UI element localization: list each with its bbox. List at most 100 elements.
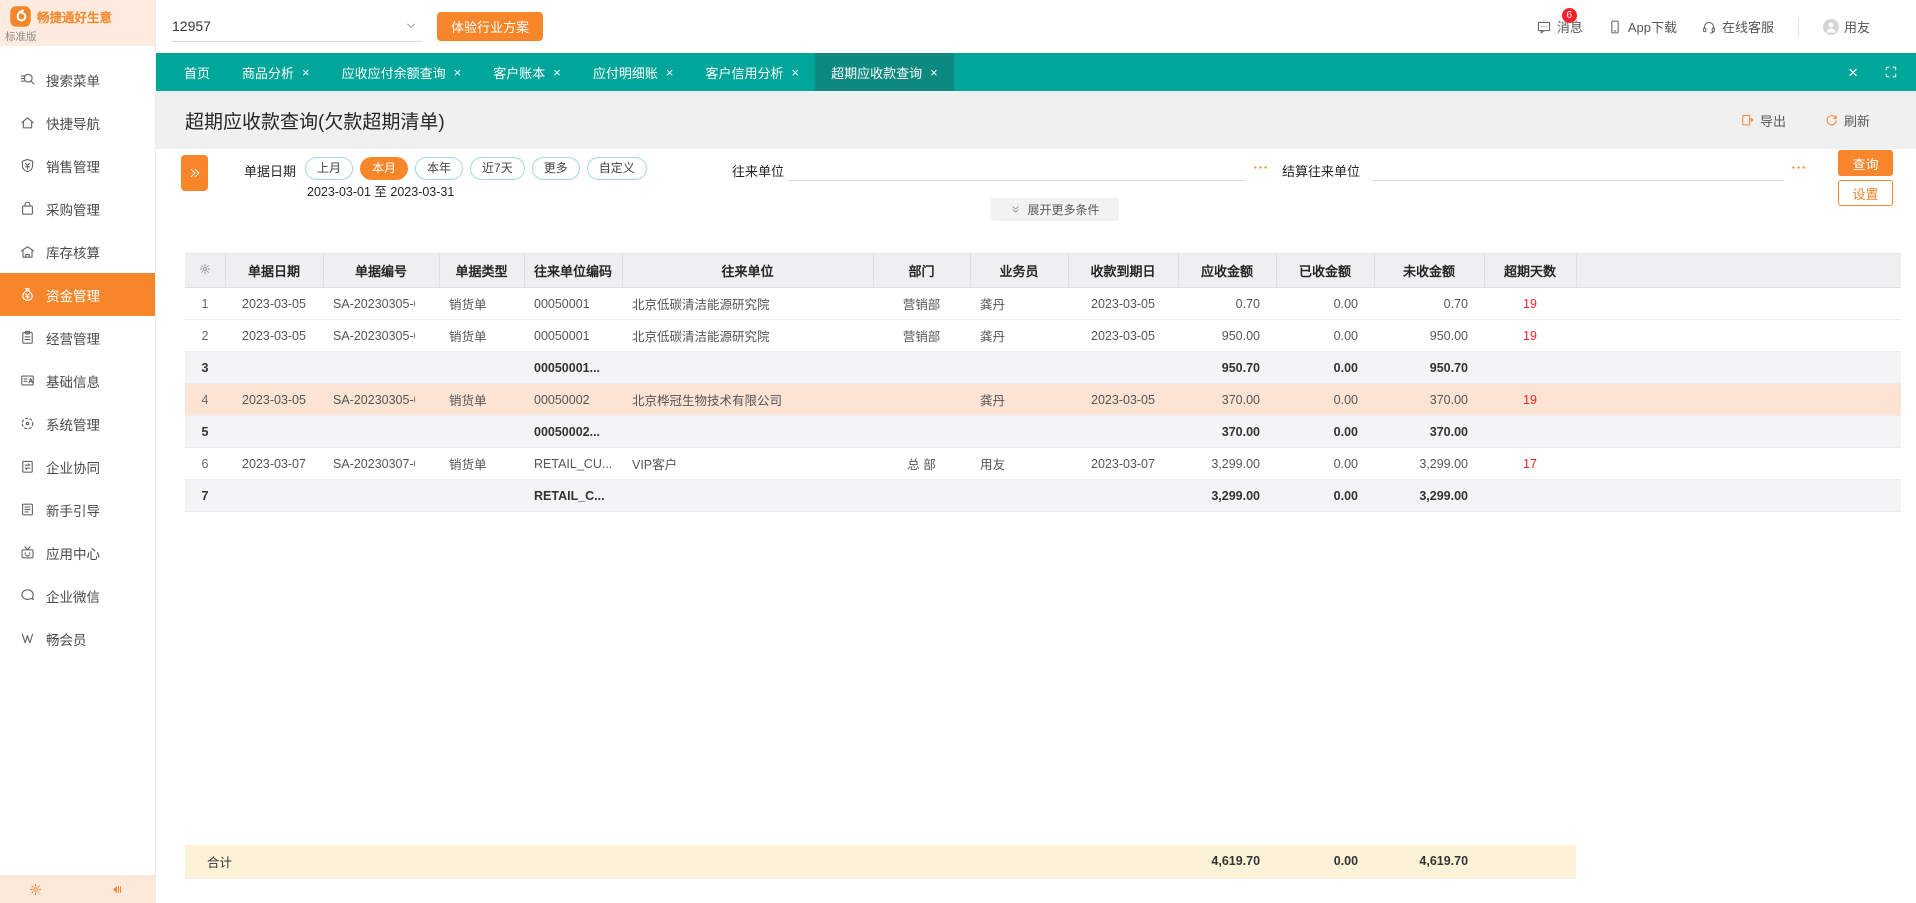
filter-settings-button[interactable]: 设置	[1838, 180, 1893, 206]
date-range-value[interactable]: 2023-03-01 至 2023-03-31	[307, 181, 454, 200]
sidebar: 畅捷通好生意 标准版 搜索菜单快捷导航销售管理采购管理库存核算资金管理经营管理基…	[0, 0, 156, 903]
table-row[interactable]: 42023-03-05SA-20230305-0销货单00050002北京桦冠生…	[185, 384, 1901, 416]
user-name: 用友	[1844, 17, 1870, 36]
sidebar-item-库存核算[interactable]: 库存核算	[0, 230, 155, 273]
collapse-sidebar-icon[interactable]	[108, 882, 123, 897]
tab-商品分析[interactable]: 商品分析×	[226, 53, 326, 91]
column-header-超期天数[interactable]: 超期天数	[1484, 254, 1576, 288]
date-preset-本年[interactable]: 本年	[415, 157, 463, 180]
cell-received: 0.00	[1276, 320, 1374, 352]
tab-close-icon[interactable]: ×	[930, 66, 938, 79]
settle-partner-picker-dots-icon[interactable]	[1790, 159, 1807, 176]
column-header-应收金额[interactable]: 应收金额	[1178, 254, 1276, 288]
member-icon	[19, 630, 36, 647]
topbar-item-消息[interactable]: 消息6	[1536, 17, 1583, 36]
doc-no-link[interactable]: SA-20230305-0	[333, 296, 415, 310]
tab-客户账本[interactable]: 客户账本×	[477, 53, 577, 91]
tab-首页[interactable]: 首页	[168, 53, 226, 91]
sidebar-item-资金管理[interactable]: 资金管理	[0, 273, 155, 316]
column-header-单据编号[interactable]: 单据编号	[323, 254, 439, 288]
close-tab-icon[interactable]: ×	[1848, 64, 1858, 81]
column-header-未收金额[interactable]: 未收金额	[1374, 254, 1484, 288]
cell-doc-type: 销货单	[439, 288, 524, 320]
settle-partner-input[interactable]	[1372, 153, 1784, 181]
tab-客户信用分析[interactable]: 客户信用分析×	[689, 53, 815, 91]
date-preset-自定义[interactable]: 自定义	[587, 157, 647, 180]
column-header-已收金额[interactable]: 已收金额	[1276, 254, 1374, 288]
doc-no-link[interactable]: SA-20230305-0	[333, 328, 415, 342]
settings-gear-icon[interactable]	[28, 882, 43, 897]
tab-超期应收款查询[interactable]: 超期应收款查询×	[815, 53, 954, 91]
cell-row-number: 6	[185, 448, 225, 480]
tab-close-icon[interactable]: ×	[553, 66, 561, 79]
cell-overdue-days	[1484, 480, 1576, 512]
cell-partner: VIP客户	[622, 448, 873, 480]
trial-plan-button[interactable]: 体验行业方案	[437, 12, 543, 41]
sidebar-item-应用中心[interactable]: 应用中心	[0, 531, 155, 574]
column-header-业务员[interactable]: 业务员	[970, 254, 1068, 288]
tab-label: 应收应付余额查询	[342, 63, 446, 82]
sidebar-item-企业微信[interactable]: 企业微信	[0, 574, 155, 617]
partner-input[interactable]	[788, 153, 1246, 181]
sidebar-item-快捷导航[interactable]: 快捷导航	[0, 101, 155, 144]
cell-partner	[622, 352, 873, 384]
date-preset-更多[interactable]: 更多	[532, 157, 580, 180]
collapse-filter-button[interactable]	[181, 155, 208, 191]
total-receivable: 4,619.70	[1178, 845, 1276, 878]
tab-close-icon[interactable]: ×	[791, 66, 799, 79]
cell-unreceived: 950.00	[1374, 320, 1484, 352]
column-settings-button[interactable]	[185, 254, 225, 288]
cell-due-date: 2023-03-07	[1068, 448, 1178, 480]
sidebar-item-系统管理[interactable]: 系统管理	[0, 402, 155, 445]
tab-close-icon[interactable]: ×	[302, 66, 310, 79]
sidebar-item-销售管理[interactable]: 销售管理	[0, 144, 155, 187]
tab-应付明细账[interactable]: 应付明细账×	[577, 53, 690, 91]
expand-more-bar[interactable]: 展开更多条件	[991, 198, 1119, 221]
avatar	[1823, 19, 1839, 35]
cell-partner-code: 00050001...	[524, 352, 622, 384]
basicinfo-icon	[19, 372, 36, 389]
table-subtotal-row[interactable]: 500050002...370.000.00370.00	[185, 416, 1901, 448]
doc-no-link[interactable]: SA-20230307-0	[333, 456, 415, 470]
user-menu[interactable]: 用友	[1823, 17, 1870, 36]
purchase-icon	[19, 200, 36, 217]
column-header-收款到期日[interactable]: 收款到期日	[1068, 254, 1178, 288]
tab-应收应付余额查询[interactable]: 应收应付余额查询 ×	[326, 53, 478, 91]
org-select[interactable]: 12957	[172, 11, 422, 42]
sidebar-item-畅会员[interactable]: 畅会员	[0, 617, 155, 660]
topbar-item-App下载[interactable]: App下载	[1607, 17, 1677, 36]
column-header-往来单位编码[interactable]: 往来单位编码	[524, 254, 622, 288]
table-subtotal-row[interactable]: 7RETAIL_C...3,299.000.003,299.00	[185, 480, 1901, 512]
fullscreen-icon[interactable]	[1884, 65, 1898, 79]
date-preset-本月[interactable]: 本月	[360, 157, 408, 180]
topbar-item-在线客服[interactable]: 在线客服	[1701, 17, 1774, 36]
column-header-单据日期[interactable]: 单据日期	[225, 254, 323, 288]
table-subtotal-row[interactable]: 300050001...950.700.00950.70	[185, 352, 1901, 384]
sidebar-item-经营管理[interactable]: 经营管理	[0, 316, 155, 359]
cell-doc-type	[439, 352, 524, 384]
sidebar-item-企业协同[interactable]: 企业协同	[0, 445, 155, 488]
table-row[interactable]: 12023-03-05SA-20230305-0销货单00050001北京低碳清…	[185, 288, 1901, 320]
date-preset-上月[interactable]: 上月	[305, 157, 353, 180]
column-header-单据类型[interactable]: 单据类型	[439, 254, 524, 288]
topbar-item-label: 在线客服	[1722, 17, 1774, 36]
partner-picker-dots-icon[interactable]	[1252, 159, 1269, 176]
tab-close-icon[interactable]: ×	[666, 66, 674, 79]
date-preset-近7天[interactable]: 近7天	[470, 157, 525, 180]
sidebar-item-新手引导[interactable]: 新手引导	[0, 488, 155, 531]
sidebar-item-搜索菜单[interactable]: 搜索菜单	[0, 58, 155, 101]
sidebar-item-采购管理[interactable]: 采购管理	[0, 187, 155, 230]
query-button[interactable]: 查询	[1838, 150, 1893, 176]
cell-unreceived: 3,299.00	[1374, 448, 1484, 480]
export-button[interactable]: 导出	[1740, 111, 1786, 130]
funds-icon	[19, 286, 36, 303]
operations-icon	[19, 329, 36, 346]
tab-close-icon[interactable]: ×	[454, 66, 462, 79]
table-row[interactable]: 62023-03-07SA-20230307-0销货单RETAIL_CU...V…	[185, 448, 1901, 480]
table-row[interactable]: 22023-03-05SA-20230305-0销货单00050001北京低碳清…	[185, 320, 1901, 352]
sidebar-item-基础信息[interactable]: 基础信息	[0, 359, 155, 402]
doc-no-link[interactable]: SA-20230305-0	[333, 392, 415, 406]
column-header-部门[interactable]: 部门	[873, 254, 970, 288]
refresh-button[interactable]: 刷新	[1824, 111, 1870, 130]
column-header-往来单位[interactable]: 往来单位	[622, 254, 873, 288]
